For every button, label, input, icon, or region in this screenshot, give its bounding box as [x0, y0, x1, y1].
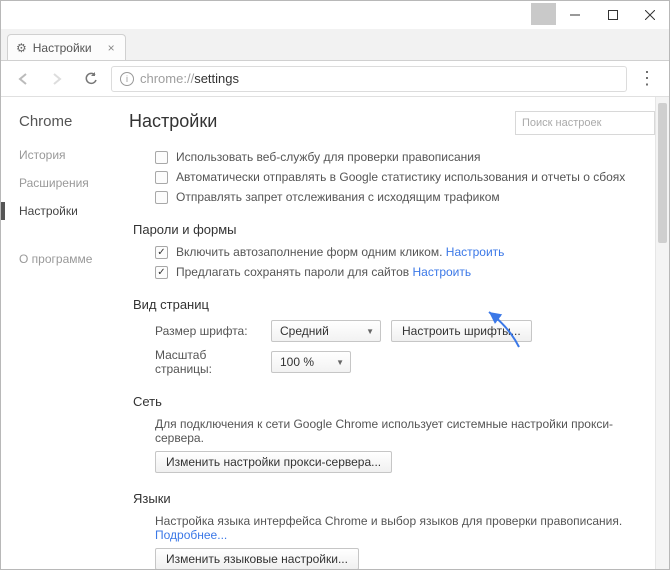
close-window-button[interactable]	[631, 1, 669, 29]
proxy-settings-button[interactable]: Изменить настройки прокси-сервера...	[155, 451, 392, 473]
navigation-bar: i chrome://settings ⋮	[1, 61, 669, 97]
save-passwords-label: Предлагать сохранять пароли для сайтов	[176, 265, 409, 279]
address-bar[interactable]: i chrome://settings	[111, 66, 627, 92]
site-info-icon[interactable]: i	[120, 72, 134, 86]
save-passwords-row: Предлагать сохранять пароли для сайтов Н…	[155, 265, 655, 279]
do-not-track-label: Отправлять запрет отслеживания с исходящ…	[176, 190, 500, 204]
sidebar-item-settings[interactable]: Настройки	[19, 204, 111, 218]
spellcheck-checkbox[interactable]	[155, 151, 168, 164]
forward-button[interactable]	[43, 65, 71, 93]
languages-header: Языки	[133, 491, 655, 506]
close-icon	[645, 10, 655, 20]
chevron-down-icon: ▼	[366, 327, 374, 336]
reload-icon	[84, 72, 98, 86]
save-passwords-configure-link[interactable]: Настроить	[412, 265, 471, 279]
font-size-select[interactable]: Средний ▼	[271, 320, 381, 342]
font-size-row: Размер шрифта: Средний ▼ Настроить шрифт…	[155, 320, 655, 342]
tab-close-button[interactable]: ×	[108, 41, 115, 55]
page-title: Настройки	[129, 111, 217, 132]
usage-stats-row: Автоматически отправлять в Google статис…	[155, 170, 655, 184]
url-text: chrome://settings	[140, 71, 239, 86]
main-scrollbar[interactable]	[655, 97, 669, 569]
autofill-label: Включить автозаполнение форм одним клико…	[176, 245, 442, 259]
settings-search-input[interactable]: Поиск настроек	[515, 111, 655, 135]
page-zoom-select[interactable]: 100 % ▼	[271, 351, 351, 373]
languages-more-link[interactable]: Подробнее...	[155, 528, 227, 542]
passwords-header: Пароли и формы	[133, 222, 655, 237]
gear-icon: ⚙	[16, 41, 27, 55]
kebab-icon: ⋮	[638, 68, 656, 89]
autofill-configure-link[interactable]: Настроить	[446, 245, 505, 259]
usage-stats-checkbox[interactable]	[155, 171, 168, 184]
chrome-brand: Chrome	[19, 113, 111, 130]
window-titlebar	[1, 1, 669, 29]
tab-title: Настройки	[33, 41, 92, 55]
maximize-button[interactable]	[594, 1, 632, 29]
settings-sidebar: Chrome История Расширения Настройки О пр…	[1, 97, 119, 569]
languages-desc: Настройка языка интерфейса Chrome и выбо…	[155, 514, 655, 542]
reload-button[interactable]	[77, 65, 105, 93]
spellcheck-label: Использовать веб-службу для проверки пра…	[176, 150, 480, 164]
do-not-track-checkbox[interactable]	[155, 191, 168, 204]
back-button[interactable]	[9, 65, 37, 93]
browser-window: ⚙ Настройки × i chrome://settings ⋮ Chro…	[0, 0, 670, 570]
customize-fonts-button[interactable]: Настроить шрифты...	[391, 320, 532, 342]
settings-main: Настройки Поиск настроек Использовать ве…	[119, 97, 669, 569]
autofill-checkbox[interactable]	[155, 246, 168, 259]
scrollbar-thumb[interactable]	[658, 103, 667, 243]
chrome-menu-button[interactable]: ⋮	[633, 65, 661, 93]
tab-settings[interactable]: ⚙ Настройки ×	[7, 34, 126, 60]
page-zoom-row: Масштаб страницы: 100 % ▼	[155, 348, 655, 376]
arrow-left-icon	[16, 72, 30, 86]
language-settings-button[interactable]: Изменить языковые настройки...	[155, 548, 359, 569]
minimize-button[interactable]	[556, 1, 594, 29]
chevron-down-icon: ▼	[336, 358, 344, 367]
network-desc: Для подключения к сети Google Chrome исп…	[155, 417, 655, 445]
spellcheck-row: Использовать веб-службу для проверки пра…	[155, 150, 655, 164]
user-profile-icon[interactable]	[531, 3, 556, 25]
sidebar-item-history[interactable]: История	[19, 148, 111, 162]
sidebar-item-extensions[interactable]: Расширения	[19, 176, 111, 190]
maximize-icon	[608, 10, 618, 20]
page-zoom-label: Масштаб страницы:	[155, 348, 261, 376]
usage-stats-label: Автоматически отправлять в Google статис…	[176, 170, 625, 184]
arrow-right-icon	[50, 72, 64, 86]
network-header: Сеть	[133, 394, 655, 409]
autofill-row: Включить автозаполнение форм одним клико…	[155, 245, 655, 259]
do-not-track-row: Отправлять запрет отслеживания с исходящ…	[155, 190, 655, 204]
minimize-icon	[570, 10, 580, 20]
save-passwords-checkbox[interactable]	[155, 266, 168, 279]
font-size-label: Размер шрифта:	[155, 324, 261, 338]
sidebar-item-about[interactable]: О программе	[19, 252, 111, 266]
tab-strip: ⚙ Настройки ×	[1, 29, 669, 61]
content-area: Chrome История Расширения Настройки О пр…	[1, 97, 669, 569]
appearance-header: Вид страниц	[133, 297, 655, 312]
